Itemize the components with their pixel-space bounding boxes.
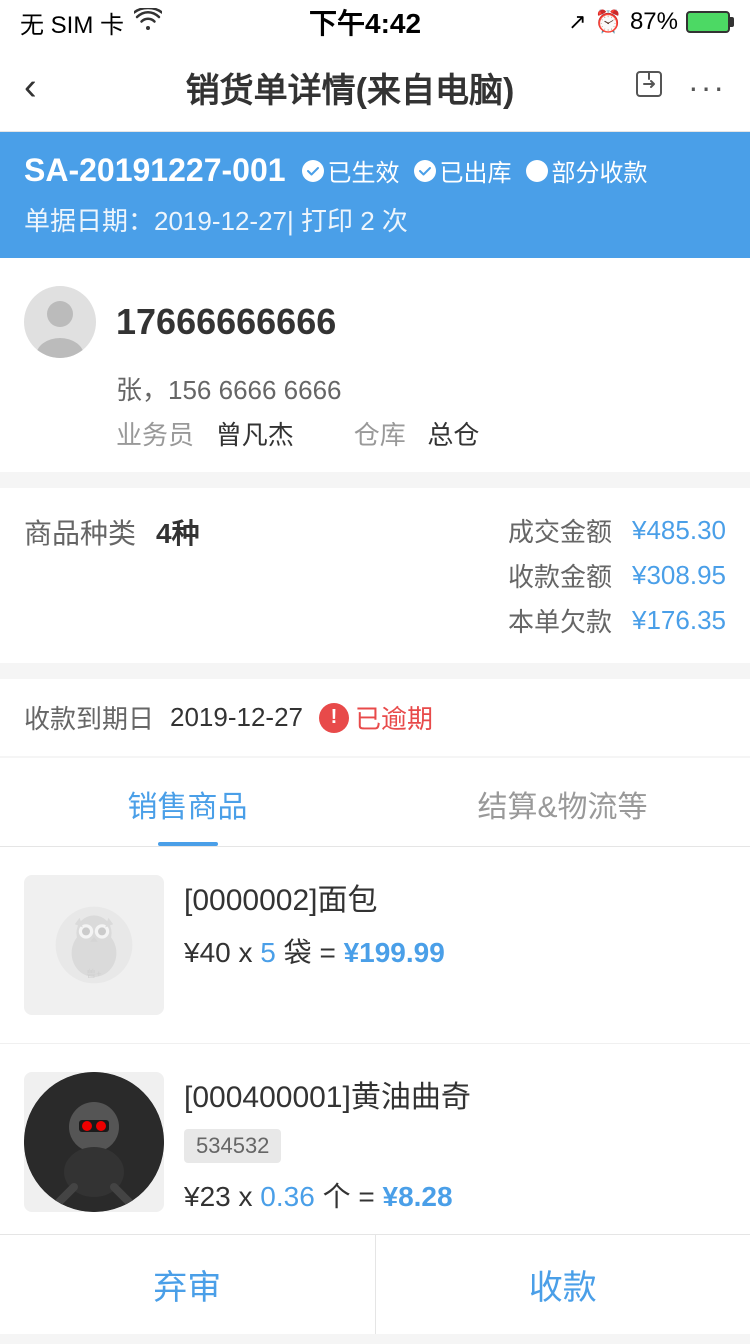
check-icon-2 bbox=[414, 160, 436, 182]
item-type-label: 商品种类 bbox=[24, 512, 136, 552]
customer-id: 17666666666 bbox=[116, 301, 336, 343]
status-bar: 无 SIM 卡 下午4:42 ↗ ⏰ 87% bbox=[0, 0, 750, 44]
product-image-2 bbox=[24, 1072, 164, 1212]
svg-text:兽+: 兽+ bbox=[86, 968, 102, 980]
location-icon: ↗ bbox=[568, 9, 586, 35]
product-code-1: [0000002] bbox=[184, 884, 317, 917]
order-id: SA-20191227-001 bbox=[24, 152, 286, 189]
overdue-badge: ! 已逾期 bbox=[319, 699, 433, 736]
overdue-label: 已逾期 bbox=[355, 699, 433, 736]
badge-active: 已生效 bbox=[302, 153, 400, 188]
qty-2: 0.36 bbox=[260, 1181, 315, 1212]
warehouse-label: 仓库 bbox=[354, 420, 406, 450]
tab-products-label: 销售商品 bbox=[128, 791, 248, 824]
avatar bbox=[24, 286, 96, 358]
back-button[interactable]: ‹ bbox=[24, 66, 74, 109]
badge-partial: ⏱ 部分收款 bbox=[526, 153, 648, 188]
staff-label: 业务员 bbox=[116, 420, 194, 450]
deal-amount-label: 成交金额 bbox=[508, 512, 612, 549]
product-image-1: 兽+ bbox=[54, 905, 134, 985]
qty-1: 5 bbox=[260, 937, 276, 968]
product-thumb-2 bbox=[24, 1072, 164, 1212]
check-icon-1 bbox=[302, 160, 324, 182]
badge-shipped: 已出库 bbox=[414, 153, 512, 188]
customer-row: 17666666666 bbox=[24, 286, 726, 358]
product-code-2: [000400001] bbox=[184, 1081, 351, 1114]
unit-1: 袋 bbox=[284, 937, 312, 968]
status-badges: 已生效 已出库 ⏱ 部分收款 bbox=[302, 153, 648, 188]
staff-name: 曾凡杰 bbox=[216, 420, 294, 450]
order-id-row: SA-20191227-001 已生效 已出库 ⏱ 部分收款 bbox=[24, 152, 726, 189]
debt-value: ¥176.35 bbox=[632, 605, 726, 636]
badge-shipped-label: 已出库 bbox=[440, 153, 512, 188]
product-item-2: [000400001]黄油曲奇 534532 ¥23 x 0.36 个 = ¥8… bbox=[0, 1044, 750, 1244]
deal-amount-value: ¥485.30 bbox=[632, 515, 726, 546]
product-display-name-2: 黄油曲奇 bbox=[351, 1081, 471, 1114]
badge-partial-label: 部分收款 bbox=[552, 153, 648, 188]
overdue-icon: ! bbox=[319, 703, 349, 733]
staff-warehouse-row: 业务员 曾凡杰 仓库 总仓 bbox=[116, 415, 726, 452]
product-item: 兽+ [0000002]面包 ¥40 x 5 袋 = ¥199.99 bbox=[0, 847, 750, 1044]
bottom-bar: 弃审 收款 bbox=[0, 1234, 750, 1334]
received-row: 收款金额 ¥308.95 bbox=[508, 557, 726, 594]
item-count: 4种 bbox=[156, 512, 200, 552]
debt-label: 本单欠款 bbox=[508, 602, 612, 639]
due-date-label: 收款到期日 bbox=[24, 699, 154, 736]
price-1: ¥40 bbox=[184, 937, 231, 968]
status-right: ↗ ⏰ 87% bbox=[568, 8, 730, 36]
total-2: ¥8.28 bbox=[383, 1181, 453, 1212]
stats-left: 商品种类 4种 bbox=[24, 512, 200, 552]
customer-section: 17666666666 张，156 6666 6666 业务员 曾凡杰 仓库 总… bbox=[0, 258, 750, 472]
badge-active-label: 已生效 bbox=[328, 153, 400, 188]
status-left: 无 SIM 卡 bbox=[20, 5, 162, 40]
battery-percent: 87% bbox=[630, 8, 678, 36]
clock-icon: ⏱ bbox=[526, 160, 548, 182]
more-icon[interactable]: ··· bbox=[688, 69, 726, 106]
product-info-2: [000400001]黄油曲奇 534532 ¥23 x 0.36 个 = ¥8… bbox=[184, 1072, 726, 1215]
tab-settlement[interactable]: 结算&物流等 bbox=[375, 758, 750, 846]
product-tag-2: 534532 bbox=[184, 1129, 281, 1163]
stats-section: 商品种类 4种 成交金额 ¥485.30 收款金额 ¥308.95 本单欠款 ¥… bbox=[0, 488, 750, 663]
time-label: 下午4:42 bbox=[309, 2, 421, 42]
page-title: 销货单详情(来自电脑) bbox=[74, 63, 626, 112]
doc-date-row: 单据日期：2019-12-27| 打印 2 次 bbox=[24, 201, 726, 238]
due-date-value: 2019-12-27 bbox=[170, 702, 303, 733]
doc-date-label: 单据日期： bbox=[24, 206, 154, 236]
deal-amount-row: 成交金额 ¥485.30 bbox=[508, 512, 726, 549]
product-display-name-1: 面包 bbox=[317, 884, 377, 917]
battery-icon bbox=[686, 11, 730, 33]
product-info-1: [0000002]面包 ¥40 x 5 袋 = ¥199.99 bbox=[184, 875, 726, 971]
print-info: | 打印 2 次 bbox=[287, 206, 408, 236]
price-2: ¥23 bbox=[184, 1181, 231, 1212]
cancel-audit-button[interactable]: 弃审 bbox=[0, 1235, 376, 1334]
carrier-label: 无 SIM 卡 bbox=[20, 5, 124, 40]
product-thumb-1: 兽+ bbox=[24, 875, 164, 1015]
nav-bar: ‹ 销货单详情(来自电脑) ··· bbox=[0, 44, 750, 132]
received-value: ¥308.95 bbox=[632, 560, 726, 591]
product-name-1: [0000002]面包 bbox=[184, 875, 726, 919]
stats-right: 成交金额 ¥485.30 收款金额 ¥308.95 本单欠款 ¥176.35 bbox=[508, 512, 726, 639]
warehouse-name: 总仓 bbox=[427, 420, 479, 450]
tabs-section: 销售商品 结算&物流等 bbox=[0, 758, 750, 847]
unit-2: 个 bbox=[323, 1181, 351, 1212]
debt-row: 本单欠款 ¥176.35 bbox=[508, 602, 726, 639]
received-label: 收款金额 bbox=[508, 557, 612, 594]
doc-date-value: 2019-12-27 bbox=[154, 206, 287, 236]
order-header: SA-20191227-001 已生效 已出库 ⏱ 部分收款 单据日期：2019… bbox=[0, 132, 750, 258]
products-section: 兽+ [0000002]面包 ¥40 x 5 袋 = ¥199.99 bbox=[0, 847, 750, 1244]
collect-payment-button[interactable]: 收款 bbox=[376, 1235, 750, 1334]
nav-actions: ··· bbox=[626, 69, 726, 107]
alarm-icon: ⏰ bbox=[595, 9, 622, 35]
total-1: ¥199.99 bbox=[344, 937, 445, 968]
tab-settlement-label: 结算&物流等 bbox=[477, 791, 647, 824]
due-section: 收款到期日 2019-12-27 ! 已逾期 bbox=[0, 679, 750, 756]
product-price-2: ¥23 x 0.36 个 = ¥8.28 bbox=[184, 1175, 726, 1215]
wifi-icon bbox=[134, 8, 162, 37]
tab-products[interactable]: 销售商品 bbox=[0, 758, 375, 846]
customer-name: 张，156 6666 6666 bbox=[116, 370, 726, 407]
product-price-1: ¥40 x 5 袋 = ¥199.99 bbox=[184, 931, 726, 971]
product-name-2: [000400001]黄油曲奇 bbox=[184, 1072, 726, 1116]
share-icon[interactable] bbox=[634, 69, 664, 107]
user-avatar-icon bbox=[24, 286, 96, 358]
